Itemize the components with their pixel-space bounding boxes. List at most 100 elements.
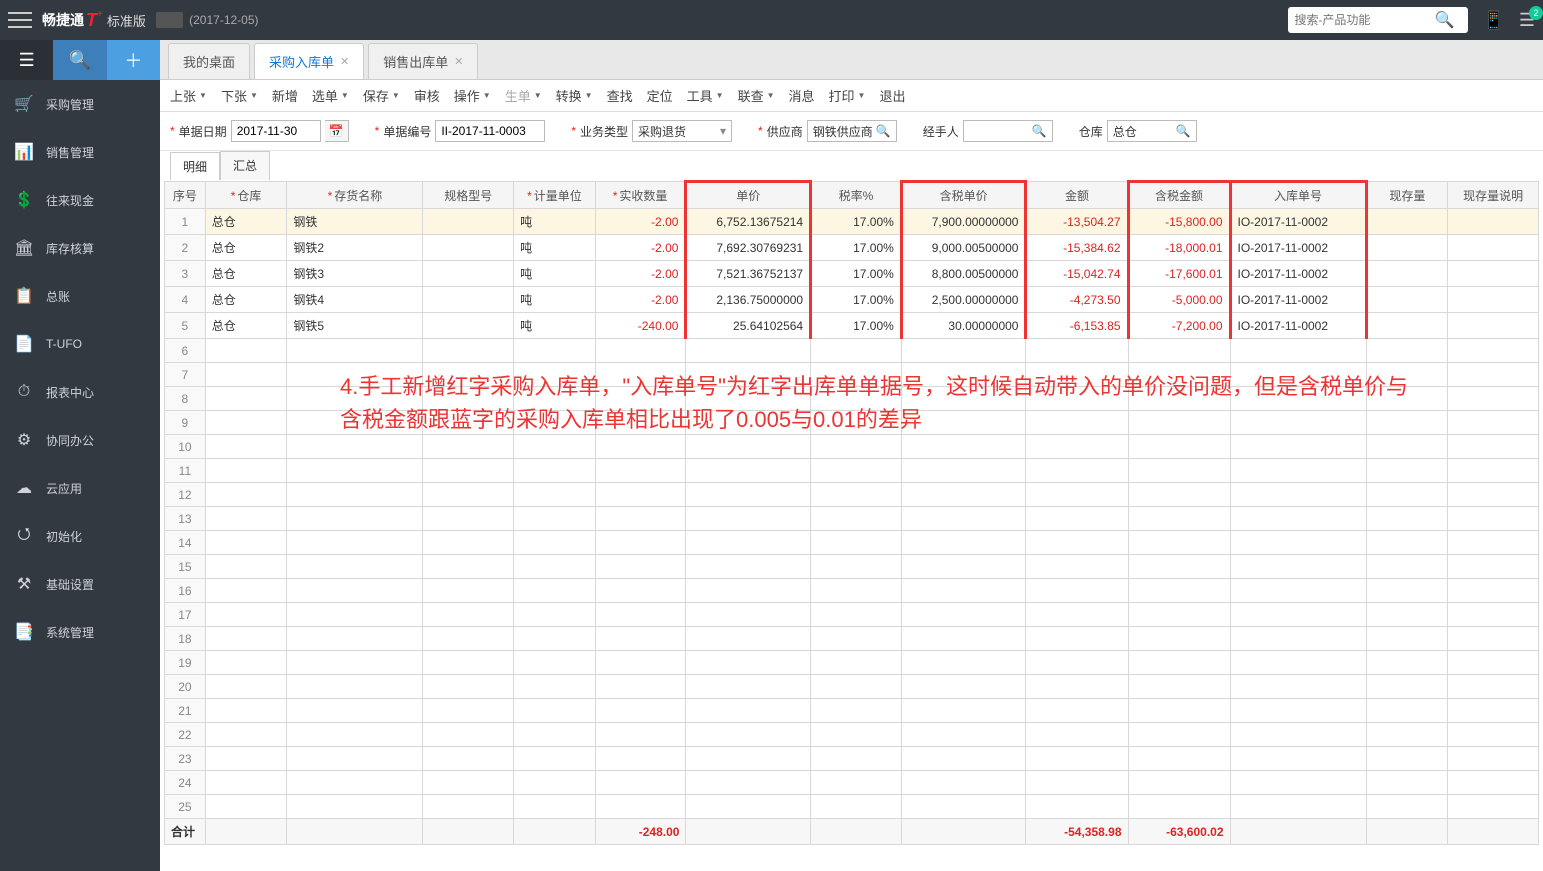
- table-row[interactable]: 18: [165, 627, 1539, 651]
- toolbar-工具[interactable]: 工具▼: [687, 86, 724, 105]
- subtab-detail[interactable]: 明细: [170, 152, 220, 181]
- tab[interactable]: 我的桌面: [168, 43, 250, 79]
- table-row[interactable]: 21: [165, 699, 1539, 723]
- table-row[interactable]: 7: [165, 363, 1539, 387]
- table-row[interactable]: 10: [165, 435, 1539, 459]
- sidebar-icon: 📊: [14, 142, 34, 162]
- sidebar-search-icon[interactable]: 🔍: [53, 40, 106, 80]
- biztype-select[interactable]: 采购退货▾: [632, 120, 732, 142]
- table-row[interactable]: 5总仓钢铁5吨-240.0025.6410256417.00%30.000000…: [165, 313, 1539, 339]
- warehouse-lookup[interactable]: 总仓🔍: [1107, 120, 1197, 142]
- data-grid[interactable]: 序号仓库存货名称规格型号计量单位实收数量单价税率%含税单价金额含税金额入库单号现…: [164, 180, 1539, 845]
- list-icon[interactable]: ☰2: [1519, 10, 1535, 31]
- toolbar-选单[interactable]: 选单▼: [312, 86, 349, 105]
- col-taxrate[interactable]: 税率%: [811, 182, 902, 209]
- sidebar-item-11[interactable]: 📑系统管理: [0, 608, 160, 656]
- mobile-icon[interactable]: 📱: [1482, 10, 1504, 31]
- grid-wrap[interactable]: 序号仓库存货名称规格型号计量单位实收数量单价税率%含税单价金额含税金额入库单号现…: [160, 180, 1543, 871]
- col-amount[interactable]: 金额: [1026, 182, 1128, 209]
- subtab-summary[interactable]: 汇总: [220, 151, 270, 180]
- sidebar-item-4[interactable]: 📋总账: [0, 272, 160, 320]
- sidebar-item-9[interactable]: ⭯初始化: [0, 512, 160, 560]
- handler-lookup[interactable]: 🔍: [963, 120, 1053, 142]
- table-row[interactable]: 17: [165, 603, 1539, 627]
- tab[interactable]: 采购入库单✕: [254, 43, 364, 79]
- col-onhand[interactable]: 现存量: [1366, 182, 1448, 209]
- close-icon[interactable]: ✕: [454, 55, 463, 68]
- toolbar-新增[interactable]: 新增: [272, 86, 298, 105]
- sidebar-item-0[interactable]: 🛒采购管理: [0, 80, 160, 128]
- table-row[interactable]: 14: [165, 531, 1539, 555]
- sidebar-item-1[interactable]: 📊销售管理: [0, 128, 160, 176]
- sidebar-label: 总账: [46, 288, 70, 305]
- search-icon[interactable]: 🔍: [1434, 10, 1454, 30]
- table-row[interactable]: 4总仓钢铁4吨-2.002,136.7500000017.00%2,500.00…: [165, 287, 1539, 313]
- account-date: (2017-12-05): [189, 13, 258, 27]
- table-row[interactable]: 24: [165, 771, 1539, 795]
- col-taxamt[interactable]: 含税金额: [1128, 182, 1230, 209]
- table-row[interactable]: 9: [165, 411, 1539, 435]
- table-row[interactable]: 8: [165, 387, 1539, 411]
- table-row[interactable]: 19: [165, 651, 1539, 675]
- col-wh[interactable]: 仓库: [205, 182, 287, 209]
- lookup-icon[interactable]: 🔍: [1032, 124, 1047, 138]
- toolbar-查找[interactable]: 查找: [607, 86, 633, 105]
- table-row[interactable]: 2总仓钢铁2吨-2.007,692.3076923117.00%9,000.00…: [165, 235, 1539, 261]
- sidebar-item-7[interactable]: ⚙协同办公: [0, 416, 160, 464]
- table-row[interactable]: 12: [165, 483, 1539, 507]
- sidebar-item-2[interactable]: 💲往来现金: [0, 176, 160, 224]
- table-row[interactable]: 16: [165, 579, 1539, 603]
- tab[interactable]: 销售出库单✕: [368, 43, 478, 79]
- toolbar-审核[interactable]: 审核: [414, 86, 440, 105]
- top-bar: 畅捷通 T + 标准版 (2017-12-05) 🔍 📱 ☰2: [0, 0, 1543, 40]
- table-row[interactable]: 23: [165, 747, 1539, 771]
- sidebar-item-5[interactable]: 📄T-UFO: [0, 320, 160, 368]
- col-onhanddesc[interactable]: 现存量说明: [1448, 182, 1539, 209]
- search-input[interactable]: [1294, 13, 1434, 27]
- col-inv[interactable]: 存货名称: [287, 182, 423, 209]
- lookup-icon[interactable]: 🔍: [1176, 124, 1191, 138]
- col-spec[interactable]: 规格型号: [423, 182, 514, 209]
- table-row[interactable]: 15: [165, 555, 1539, 579]
- sidebar-menu-icon[interactable]: ☰: [0, 40, 53, 80]
- table-row[interactable]: 1总仓钢铁吨-2.006,752.1367521417.00%7,900.000…: [165, 209, 1539, 235]
- toolbar-联查[interactable]: 联查▼: [738, 86, 775, 105]
- toolbar-打印[interactable]: 打印▼: [829, 86, 866, 105]
- table-row[interactable]: 3总仓钢铁3吨-2.007,521.3675213717.00%8,800.00…: [165, 261, 1539, 287]
- col-qty[interactable]: 实收数量: [595, 182, 686, 209]
- date-input[interactable]: [231, 120, 321, 142]
- lookup-icon[interactable]: 🔍: [876, 124, 891, 138]
- table-row[interactable]: 11: [165, 459, 1539, 483]
- col-inno[interactable]: 入库单号: [1230, 182, 1366, 209]
- sidebar-item-8[interactable]: ☁云应用: [0, 464, 160, 512]
- menu-icon[interactable]: [8, 12, 32, 28]
- docno-input[interactable]: [435, 120, 545, 142]
- global-search[interactable]: 🔍: [1288, 7, 1468, 33]
- toolbar-下张[interactable]: 下张▼: [221, 86, 258, 105]
- table-row[interactable]: 6: [165, 339, 1539, 363]
- toolbar-保存[interactable]: 保存▼: [363, 86, 400, 105]
- chevron-down-icon: ▼: [483, 91, 491, 100]
- sidebar-item-6[interactable]: ⏱报表中心: [0, 368, 160, 416]
- supplier-lookup[interactable]: 钢铁供应商🔍: [807, 120, 897, 142]
- toolbar-定位[interactable]: 定位: [647, 86, 673, 105]
- col-uom[interactable]: 计量单位: [514, 182, 596, 209]
- toolbar-转换[interactable]: 转换▼: [556, 86, 593, 105]
- toolbar-上张[interactable]: 上张▼: [170, 86, 207, 105]
- sidebar-item-10[interactable]: ⚒基础设置: [0, 560, 160, 608]
- col-seq[interactable]: 序号: [165, 182, 206, 209]
- close-icon[interactable]: ✕: [340, 55, 349, 68]
- toolbar-消息[interactable]: 消息: [789, 86, 815, 105]
- table-row[interactable]: 13: [165, 507, 1539, 531]
- table-row[interactable]: 22: [165, 723, 1539, 747]
- table-row[interactable]: 25: [165, 795, 1539, 819]
- table-row[interactable]: 20: [165, 675, 1539, 699]
- col-uprice[interactable]: 单价: [686, 182, 811, 209]
- toolbar-退出[interactable]: 退出: [879, 86, 905, 105]
- calendar-icon[interactable]: 📅: [325, 120, 349, 142]
- toolbar-生单[interactable]: 生单▼: [505, 86, 542, 105]
- col-taxprice[interactable]: 含税单价: [901, 182, 1026, 209]
- toolbar-操作[interactable]: 操作▼: [454, 86, 491, 105]
- sidebar-item-3[interactable]: 🏛库存核算: [0, 224, 160, 272]
- sidebar-add-icon[interactable]: ＋: [107, 40, 160, 80]
